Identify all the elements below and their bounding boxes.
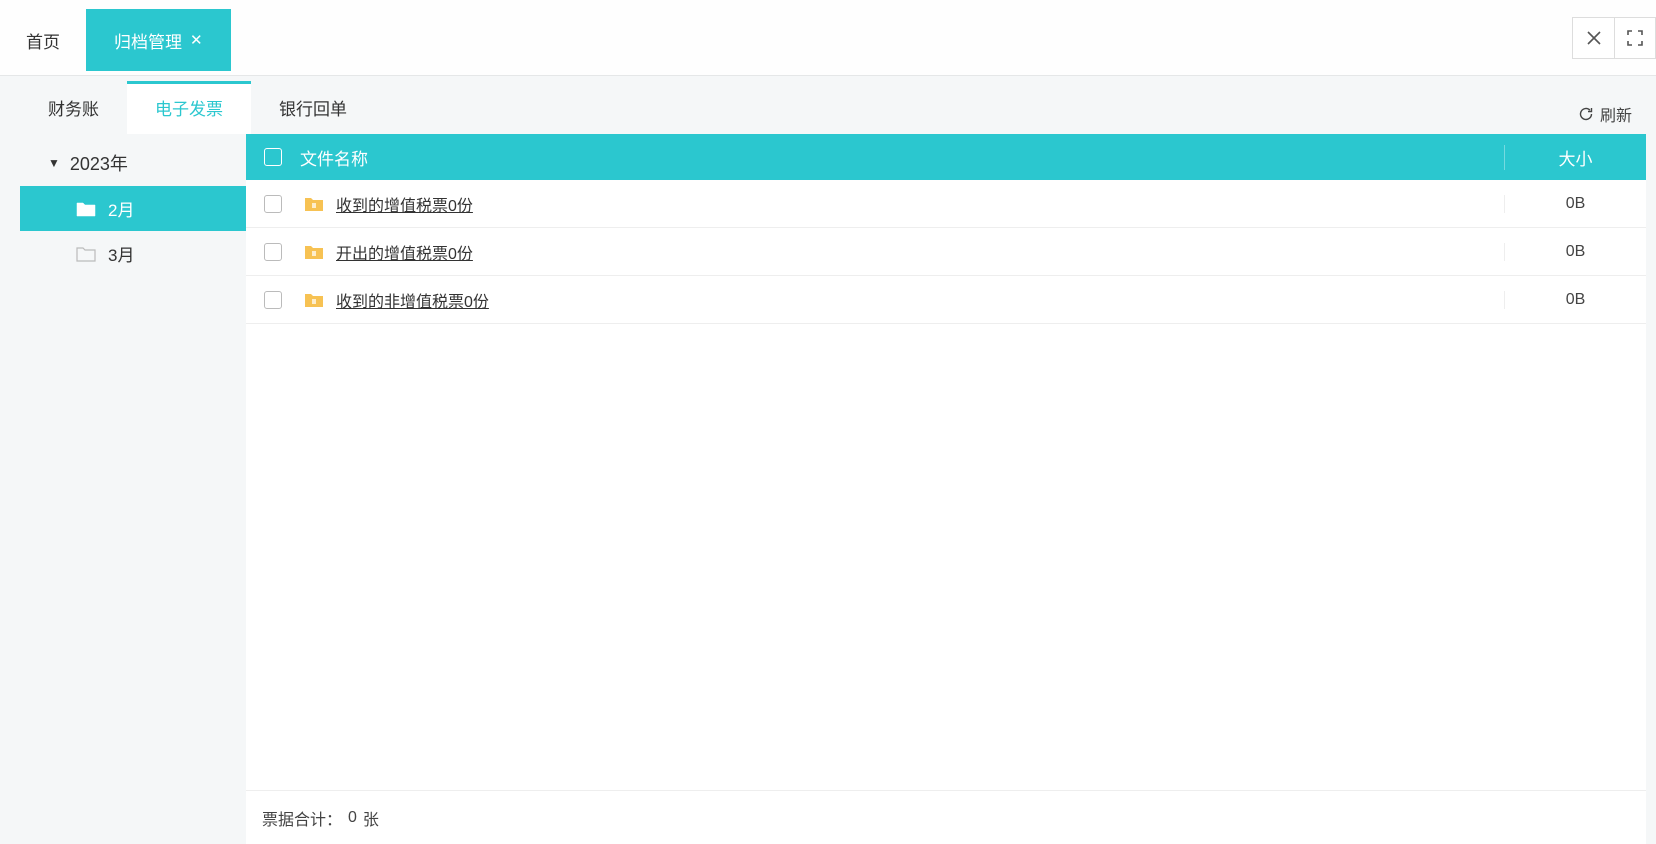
tree-month-mar[interactable]: 3月 (20, 231, 246, 276)
row-checkbox[interactable] (264, 243, 282, 261)
file-size: 0B (1504, 195, 1646, 213)
chevron-down-icon: ▼ (48, 156, 60, 170)
sub-tabs: 财务账 电子发票 银行回单 刷新 (20, 76, 1646, 134)
table-body: 收到的增值税票0份 0B 开出的增值税票0份 0B (246, 180, 1646, 790)
tree-month-feb[interactable]: 2月 (20, 186, 246, 231)
tab-home-label: 首页 (26, 28, 60, 53)
select-all-checkbox[interactable] (264, 148, 282, 166)
header-checkbox-cell (246, 148, 300, 166)
subtab-einvoice[interactable]: 电子发票 (127, 81, 251, 134)
file-size: 0B (1504, 291, 1646, 309)
footer-unit: 张 (363, 806, 379, 830)
refresh-label: 刷新 (1600, 102, 1632, 126)
refresh-button[interactable]: 刷新 (1578, 102, 1646, 134)
table-row[interactable]: 收到的增值税票0份 0B (246, 180, 1646, 228)
tree-month-label: 3月 (108, 241, 134, 266)
subtab-bank-label: 银行回单 (279, 100, 347, 119)
footer-label: 票据合计： (262, 806, 342, 830)
footer-summary: 票据合计： 0 张 (246, 790, 1646, 844)
tree-year-node[interactable]: ▼ 2023年 (20, 140, 246, 186)
fullscreen-button[interactable] (1614, 17, 1656, 59)
file-size: 0B (1504, 243, 1646, 261)
tree-panel: ▼ 2023年 2月 3月 (20, 134, 246, 844)
table-header: 文件名称 大小 (246, 134, 1646, 180)
folder-icon (304, 244, 324, 260)
file-table: 文件名称 大小 收到的增值税票0份 0B (246, 134, 1646, 844)
folder-icon (304, 196, 324, 212)
top-tab-bar: 首页 归档管理 ✕ (0, 0, 1656, 76)
folder-icon (76, 201, 96, 217)
refresh-icon (1578, 106, 1594, 122)
subtab-bank[interactable]: 银行回单 (251, 81, 375, 134)
row-checkbox[interactable] (264, 291, 282, 309)
body-row: ▼ 2023年 2月 3月 文件名称 (20, 134, 1646, 844)
content-area: 财务账 电子发票 银行回单 刷新 ▼ 2023年 (0, 76, 1656, 844)
top-actions (1572, 0, 1656, 75)
tab-archive-mgmt[interactable]: 归档管理 ✕ (86, 9, 231, 71)
file-name-link[interactable]: 收到的非增值税票0份 (336, 288, 489, 312)
main-panel: 财务账 电子发票 银行回单 刷新 ▼ 2023年 (0, 76, 1656, 844)
tree-month-label: 2月 (108, 196, 134, 221)
header-name: 文件名称 (300, 145, 1504, 170)
subtab-financial[interactable]: 财务账 (20, 81, 127, 134)
footer-count: 0 (348, 809, 357, 827)
subtab-financial-label: 财务账 (48, 100, 99, 119)
fullscreen-icon (1627, 30, 1643, 46)
close-panel-button[interactable] (1572, 17, 1614, 59)
file-name-link[interactable]: 收到的增值税票0份 (336, 192, 473, 216)
file-name-link[interactable]: 开出的增值税票0份 (336, 240, 473, 264)
subtab-einvoice-label: 电子发票 (155, 100, 223, 119)
tree-year-label: 2023年 (70, 150, 128, 176)
tab-archive-label: 归档管理 (114, 28, 182, 53)
table-row[interactable]: 收到的非增值税票0份 0B (246, 276, 1646, 324)
folder-icon (76, 246, 96, 262)
close-icon (1586, 30, 1602, 46)
header-size: 大小 (1504, 145, 1646, 170)
tab-home[interactable]: 首页 (0, 9, 86, 71)
folder-icon (304, 292, 324, 308)
table-row[interactable]: 开出的增值税票0份 0B (246, 228, 1646, 276)
row-checkbox[interactable] (264, 195, 282, 213)
close-icon[interactable]: ✕ (190, 31, 203, 49)
